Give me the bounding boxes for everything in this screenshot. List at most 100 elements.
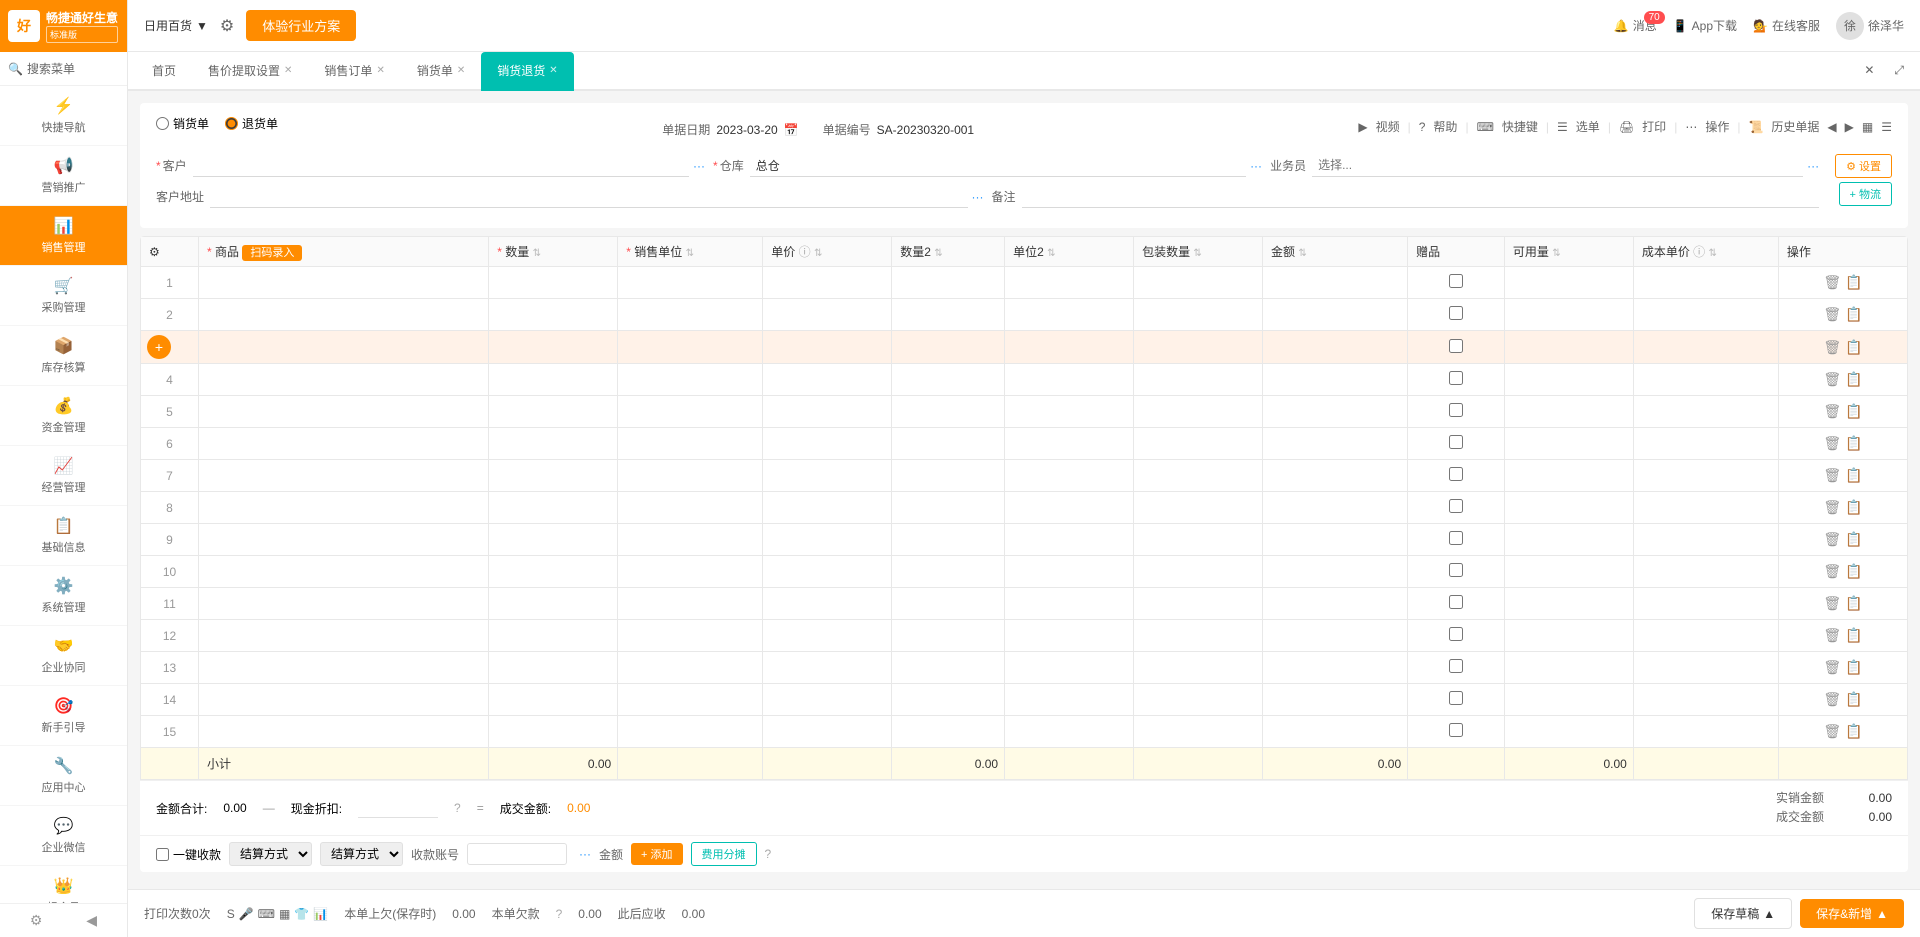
sidebar-item-quick-nav[interactable]: ⚡ 快捷导航 [0,86,127,146]
print-btn[interactable]: 🖨 [1619,120,1634,134]
sort-amount-icon[interactable]: ⇅ [1298,248,1306,259]
notification-btn[interactable]: 🔔 消息 70 [1614,17,1657,34]
fee-help-icon[interactable]: ? [765,847,772,861]
qty-cell[interactable] [489,331,618,364]
gift-checkbox[interactable] [1449,723,1463,737]
radio-sale-input[interactable] [156,117,169,130]
keyboard-icon[interactable]: ⌨ [258,907,275,921]
add-row-btn[interactable]: + [147,335,171,359]
sort-avail-icon[interactable]: ⇅ [1552,248,1560,259]
gift-checkbox[interactable] [1449,403,1463,417]
delete-row-btn[interactable]: 🗑 [1823,659,1841,676]
save-draft-btn[interactable]: 保存草稿 ▲ [1694,898,1792,929]
sidebar-item-operations[interactable]: 📈 经营管理 [0,446,127,506]
address-dots[interactable]: ··· [968,190,984,204]
delete-row-btn[interactable]: 🗑 [1823,499,1841,516]
col-settings-header[interactable]: ⚙ [141,237,199,267]
dropdown-arrow[interactable]: ▲ [1763,907,1775,921]
chart-icon[interactable]: 📊 [313,907,328,921]
price-cell[interactable] [763,331,892,364]
customer-dots[interactable]: ··· [689,159,705,173]
warehouse-input[interactable] [750,154,1246,177]
qty2-cell[interactable] [892,299,1005,331]
search-menu[interactable]: 🔍 搜索菜单 [0,52,127,86]
sidebar-item-purchase[interactable]: 🛒 采购管理 [0,266,127,326]
delete-row-btn[interactable]: 🗑 [1823,627,1841,644]
pack-cell[interactable] [1134,299,1263,331]
copy-row-btn[interactable]: 📋 [1845,659,1862,676]
account-input[interactable] [467,843,567,865]
sort-price-icon[interactable]: ⇅ [814,248,822,259]
delete-row-btn[interactable]: 🗑 [1823,563,1841,580]
sidebar-item-marketing[interactable]: 📢 营销推广 [0,146,127,206]
product-cell[interactable] [199,299,489,331]
copy-row-btn[interactable]: 📋 [1845,691,1862,708]
gift-checkbox[interactable] [1449,274,1463,288]
delete-row-btn[interactable]: 🗑 [1823,403,1841,420]
delete-row-btn[interactable]: 🗑 [1823,371,1841,388]
tab-price-setting-close[interactable]: ✕ [284,65,292,76]
history-btn[interactable]: 📜 [1748,120,1763,134]
sidebar-item-enterprise[interactable]: 🤝 企业协同 [0,626,127,686]
fee-split-btn[interactable]: 费用分摊 [691,842,757,866]
table-icon[interactable]: ▦ [279,907,290,921]
video-btn[interactable]: 视频 [1376,118,1400,135]
sidebar-item-wechat[interactable]: 💬 企业微信 [0,806,127,866]
tab-home[interactable]: 首页 [136,52,192,91]
settings-panel-btn[interactable]: ⚙ 设置 [1835,154,1892,178]
expand-tab-btn[interactable]: ⤢ [1886,59,1912,82]
amount-cell[interactable] [1263,299,1408,331]
salesperson-input[interactable] [1312,154,1803,177]
pack-cell[interactable] [1134,267,1263,299]
qty-cell[interactable] [489,299,618,331]
operation-btn[interactable]: ⋯ [1685,120,1697,134]
salesperson-dots[interactable]: ··· [1803,159,1819,173]
cost-info-icon[interactable]: ⓘ [1693,245,1705,259]
unit-cell[interactable] [618,267,763,299]
tab-sales-return[interactable]: 销货退货 ✕ [481,52,573,91]
tab-sales-order[interactable]: 销售订单 ✕ [308,52,400,91]
product-cell-active[interactable] [199,331,489,364]
logistics-panel-btn[interactable]: + 物流 [1839,182,1892,206]
delete-row-btn[interactable]: 🗑 [1823,595,1841,612]
account-dots[interactable]: ··· [575,847,591,861]
unit2-cell[interactable] [1005,299,1134,331]
gift-checkbox[interactable] [1449,499,1463,513]
calendar-icon[interactable]: 📅 [784,123,799,137]
copy-row-btn[interactable]: 📋 [1845,274,1862,291]
tab-sales-order-close[interactable]: ✕ [376,65,384,76]
shirt-icon[interactable]: 👕 [294,907,309,921]
unit2-cell[interactable] [1005,331,1134,364]
grid-view-icon[interactable]: ▦ [1862,120,1873,134]
shortcut-btn[interactable]: ⌨ [1477,120,1494,134]
copy-row-btn[interactable]: 📋 [1845,306,1862,323]
save-new-btn[interactable]: 保存&新增 ▲ [1800,899,1904,928]
delete-row-btn[interactable]: 🗑 [1823,306,1841,323]
sort-unit2-icon[interactable]: ⇅ [1047,248,1055,259]
copy-row-btn[interactable]: 📋 [1845,723,1862,740]
sidebar-item-basics[interactable]: 📋 基础信息 [0,506,127,566]
list-view-icon[interactable]: ☰ [1881,120,1892,134]
copy-row-btn[interactable]: 📋 [1845,531,1862,548]
radio-sale[interactable]: 销货单 [156,115,209,132]
gift-checkbox[interactable] [1449,306,1463,320]
sidebar-item-inventory[interactable]: 📦 库存核算 [0,326,127,386]
prev-icon[interactable]: ◀ [1827,120,1836,134]
dropdown-arrow-new[interactable]: ▲ [1876,907,1888,921]
copy-row-btn[interactable]: 📋 [1845,403,1862,420]
delete-row-btn[interactable]: 🗑 [1823,691,1841,708]
gift-checkbox[interactable] [1449,531,1463,545]
sort-unit-icon[interactable]: ⇅ [686,248,694,259]
unit2-cell[interactable] [1005,267,1134,299]
gift-checkbox[interactable] [1449,659,1463,673]
sort-qty-icon[interactable]: ⇅ [533,248,541,259]
sidebar-settings-btn[interactable]: ⚙ [30,912,43,929]
price-cell[interactable] [763,267,892,299]
online-support-btn[interactable]: 💁 在线客服 [1753,17,1820,34]
tab-price-setting[interactable]: 售价提取设置 ✕ [192,52,308,91]
copy-row-btn[interactable]: 📋 [1845,339,1862,356]
delete-row-btn[interactable]: 🗑 [1823,723,1841,740]
one-click-checkbox-input[interactable] [156,848,169,861]
warehouse-dots[interactable]: ··· [1246,159,1262,173]
copy-row-btn[interactable]: 📋 [1845,627,1862,644]
